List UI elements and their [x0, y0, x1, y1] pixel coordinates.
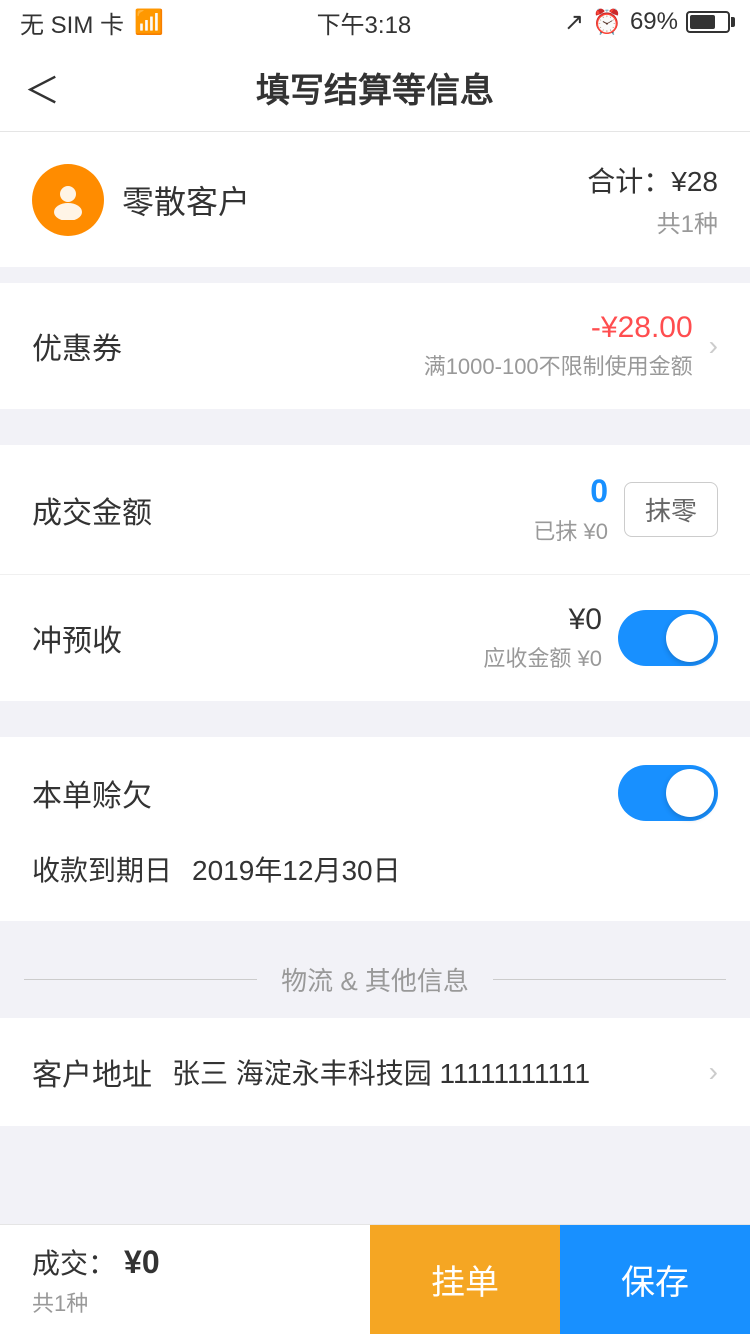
separator-2 [0, 717, 750, 737]
transaction-row: 成交金额 0 已抹 ¥0 抹零 [0, 445, 750, 575]
logistics-header: 物流 & 其他信息 [0, 941, 750, 1018]
address-row[interactable]: 客户地址 张三 海淀永丰科技园 11111111111 › [0, 1018, 750, 1126]
transaction-section: 成交金额 0 已抹 ¥0 抹零 冲预收 ¥0 应收金额 ¥0 [0, 445, 750, 701]
status-right: ↗ ⏰ 69% [564, 8, 730, 37]
battery-text: 69% [630, 8, 678, 36]
transaction-label: 成交金额 [32, 488, 152, 532]
address-chevron-icon: › [709, 1056, 718, 1088]
page-title: 填写结算等信息 [256, 63, 494, 112]
debt-label: 本单赊欠 [32, 771, 152, 815]
prepayment-toggle[interactable] [618, 610, 718, 666]
discount-block: -¥28.00 满1000-100不限制使用金额 [424, 311, 693, 381]
toggle-knob [666, 614, 714, 662]
separator-1 [0, 425, 750, 445]
transaction-value: 0 [533, 473, 608, 510]
total-label: 合计：¥28 [587, 160, 718, 200]
address-label: 客户地址 [32, 1050, 152, 1094]
content-area: 零散客户 合计：¥28 共1种 优惠券 -¥28.00 满1000-100不限制… [0, 132, 750, 1326]
separator-3 [0, 921, 750, 941]
bottom-deal-amount: ¥0 [124, 1244, 160, 1281]
status-bar: 无 SIM 卡 📶 下午3:18 ↗ ⏰ 69% [0, 0, 750, 44]
rounding-sub: 已抹 ¥0 [533, 514, 608, 546]
alarm-icon: ⏰ [592, 8, 622, 37]
round-button[interactable]: 抹零 [624, 482, 718, 537]
coupon-chevron-icon: › [709, 330, 718, 362]
address-section[interactable]: 客户地址 张三 海淀永丰科技园 11111111111 › [0, 1018, 750, 1126]
battery-fill [690, 15, 715, 29]
due-date-value: 2019年12月30日 [192, 849, 401, 889]
battery-icon [686, 11, 730, 33]
bottom-deal: 成交： ¥0 [32, 1242, 338, 1282]
nav-bar: ＜ 填写结算等信息 [0, 44, 750, 132]
carrier-text: 无 SIM 卡 [20, 5, 124, 40]
bottom-summary: 成交： ¥0 共1种 [0, 1242, 370, 1318]
location-icon: ↗ [564, 8, 584, 37]
due-date-row: 收款到期日 2019年12月30日 [0, 849, 750, 921]
discount-amount: -¥28.00 [424, 311, 693, 345]
prepay-block: ¥0 应收金额 ¥0 [483, 603, 602, 673]
debt-section: 本单赊欠 收款到期日 2019年12月30日 [0, 737, 750, 921]
customer-section: 零散客户 合计：¥28 共1种 [0, 132, 750, 267]
prepayment-right: ¥0 应收金额 ¥0 [483, 603, 718, 673]
coupon-row[interactable]: 优惠券 -¥28.00 满1000-100不限制使用金额 › [0, 283, 750, 409]
avatar [32, 164, 104, 236]
customer-right: 合计：¥28 共1种 [587, 160, 718, 239]
prepayment-label: 冲预收 [32, 616, 122, 660]
bottom-deal-label: 成交： [32, 1242, 116, 1282]
back-button[interactable]: ＜ [24, 62, 60, 114]
coupon-label: 优惠券 [32, 324, 122, 368]
status-left: 无 SIM 卡 📶 [20, 5, 164, 40]
amount-block: 0 已抹 ¥0 [533, 473, 608, 546]
address-value: 张三 海淀永丰科技园 11111111111 [172, 1052, 689, 1092]
customer-left: 零散客户 [32, 164, 250, 236]
transaction-right: 0 已抹 ¥0 抹零 [533, 473, 718, 546]
coupon-right: -¥28.00 满1000-100不限制使用金额 › [424, 311, 718, 381]
wifi-icon: 📶 [134, 8, 164, 37]
prepay-sub: 应收金额 ¥0 [483, 641, 602, 673]
logistics-title: 物流 & 其他信息 [281, 961, 469, 998]
hang-button[interactable]: 挂单 [370, 1225, 560, 1334]
coupon-section: 优惠券 -¥28.00 满1000-100不限制使用金额 › [0, 283, 750, 409]
debt-toggle-knob [666, 769, 714, 817]
due-date-label: 收款到期日 [32, 849, 172, 889]
debt-row: 本单赊欠 [0, 737, 750, 849]
prepayment-row: 冲预收 ¥0 应收金额 ¥0 [0, 575, 750, 701]
debt-toggle[interactable] [618, 765, 718, 821]
bottom-count: 共1种 [32, 1286, 338, 1318]
discount-desc: 满1000-100不限制使用金额 [424, 349, 693, 381]
save-button[interactable]: 保存 [560, 1225, 750, 1334]
prepay-amount: ¥0 [483, 603, 602, 637]
customer-name: 零散客户 [122, 177, 250, 223]
bottom-bar: 成交： ¥0 共1种 挂单 保存 [0, 1224, 750, 1334]
status-time: 下午3:18 [317, 5, 412, 40]
total-count: 共1种 [587, 204, 718, 239]
